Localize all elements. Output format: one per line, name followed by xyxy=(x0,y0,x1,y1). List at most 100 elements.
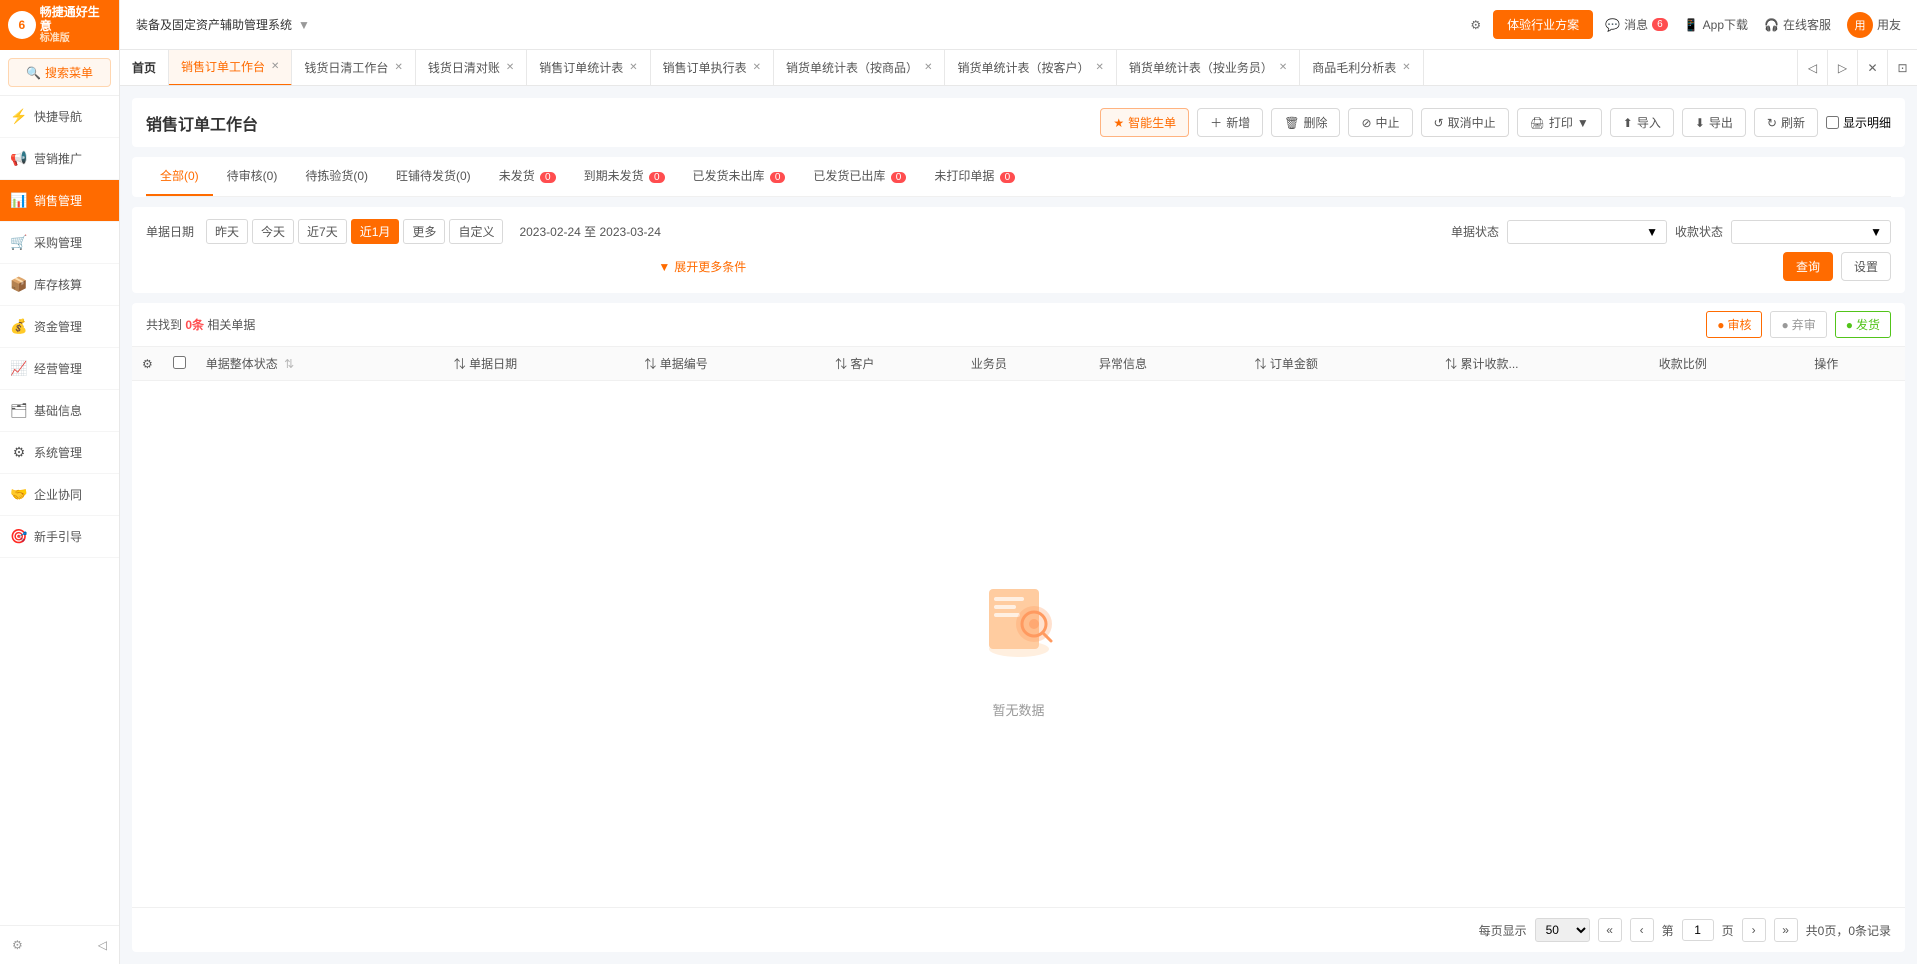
tab-sales-summary-product-close[interactable]: ✕ xyxy=(924,62,932,73)
tab-sales-summary-client-close[interactable]: ✕ xyxy=(1095,62,1103,73)
export-button[interactable]: ⬇ 导出 xyxy=(1682,108,1746,137)
show-detail-checkbox-area[interactable]: 显示明细 xyxy=(1826,114,1891,131)
tab-sales-summary-staff-close[interactable]: ✕ xyxy=(1279,62,1287,73)
tab-sales-exec-close[interactable]: ✕ xyxy=(753,62,761,73)
tab-sales-workbench[interactable]: 销售订单工作台 ✕ xyxy=(169,50,292,86)
trial-button[interactable]: 体验行业方案 xyxy=(1493,10,1593,39)
page-size-select[interactable]: 10 20 50 100 xyxy=(1535,918,1590,942)
subtab-unshipped[interactable]: 未发货 0 xyxy=(485,157,570,196)
tab-product-gross-close[interactable]: ✕ xyxy=(1402,62,1410,73)
status-filter-select[interactable]: ▼ xyxy=(1507,220,1667,244)
col-check-header[interactable] xyxy=(163,347,196,381)
sidebar-item-purchase[interactable]: 🛒 采购管理 xyxy=(0,222,119,264)
page-next-button[interactable]: › xyxy=(1742,918,1766,942)
system-title-dropdown[interactable]: ▼ xyxy=(298,18,310,32)
select-all-checkbox[interactable] xyxy=(173,356,186,369)
subtab-pending-review[interactable]: 待审核(0) xyxy=(213,157,292,196)
tab-sales-exec[interactable]: 销售订单执行表 ✕ xyxy=(651,50,774,86)
cancel-review-button[interactable]: ● 弃审 xyxy=(1770,311,1826,338)
delete-button[interactable]: 🗑 删除 xyxy=(1271,108,1340,137)
col-exception-header[interactable]: 异常信息 xyxy=(1089,347,1245,381)
review-action-button[interactable]: ● 审核 xyxy=(1706,311,1762,338)
tab-sales-summary-product-label: 销货单统计表（按商品） xyxy=(786,59,918,76)
subtab-pending-inspect[interactable]: 待拣验货(0) xyxy=(291,157,382,196)
date-btn-today[interactable]: 今天 xyxy=(252,219,294,244)
content-area: 销售订单工作台 ★ 智能生单 ＋ 新增 🗑 删除 ⊘ 中止 xyxy=(120,86,1917,964)
app-download-icon: 📱 xyxy=(1684,18,1699,32)
col-client-header[interactable]: ⇅ 客户 xyxy=(825,347,961,381)
date-btn-1month[interactable]: 近1月 xyxy=(351,219,400,244)
page-last-button[interactable]: » xyxy=(1774,918,1798,942)
tab-sales-stats-close[interactable]: ✕ xyxy=(629,62,637,73)
sidebar-settings-button[interactable]: ⚙ xyxy=(8,934,27,956)
sidebar-item-enterprise[interactable]: 🤝 企业协同 xyxy=(0,474,119,516)
sidebar-item-inventory[interactable]: 📦 库存核算 xyxy=(0,264,119,306)
subtab-expired-unshipped[interactable]: 到期未发货 0 xyxy=(570,157,679,196)
subtab-shipped-not-out[interactable]: 已发货未出库 0 xyxy=(679,157,800,196)
subtab-list: 全部(0) 待审核(0) 待拣验货(0) 旺铺待发货(0) 未发货 0 到期未发… xyxy=(146,157,1891,197)
sidebar-item-guide[interactable]: 🎯 新手引导 xyxy=(0,516,119,558)
subtab-shipped-out[interactable]: 已发货已出库 0 xyxy=(799,157,920,196)
col-staff-header[interactable]: 业务员 xyxy=(961,347,1089,381)
sidebar-item-quicknav[interactable]: ⚡ 快捷导航 xyxy=(0,96,119,138)
pagination: 每页显示 10 20 50 100 « ‹ 第 页 › » 共0页，0条记录 xyxy=(132,907,1905,952)
subtab-unprinted[interactable]: 未打印单据 0 xyxy=(920,157,1029,196)
date-btn-more[interactable]: 更多 xyxy=(403,219,445,244)
cancel-stop-button[interactable]: ↺ 取消中止 xyxy=(1421,108,1509,137)
sidebar-item-operations[interactable]: 📈 经营管理 xyxy=(0,348,119,390)
sidebar-item-basic[interactable]: 🗂 基础信息 xyxy=(0,390,119,432)
user-menu[interactable]: 用 用友 xyxy=(1847,12,1901,38)
online-service-button[interactable]: 🎧 在线客服 xyxy=(1764,16,1831,33)
tab-expand-button[interactable]: ⊡ xyxy=(1887,50,1917,86)
query-button[interactable]: 查询 xyxy=(1783,252,1833,281)
subtab-wangpu[interactable]: 旺铺待发货(0) xyxy=(382,157,485,196)
date-btn-custom[interactable]: 自定义 xyxy=(449,219,503,244)
filter-settings-button[interactable]: 设置 xyxy=(1841,252,1891,281)
page-first-button[interactable]: « xyxy=(1598,918,1622,942)
page-input[interactable] xyxy=(1682,919,1714,941)
stop-button[interactable]: ⊘ 中止 xyxy=(1348,108,1412,137)
tab-sales-workbench-close[interactable]: ✕ xyxy=(271,61,279,72)
tab-sales-stats[interactable]: 销售订单统计表 ✕ xyxy=(527,50,650,86)
app-download-button[interactable]: 📱 App下载 xyxy=(1684,16,1748,33)
topbar-gear-icon[interactable]: ⚙ xyxy=(1470,18,1481,32)
sidebar-item-system[interactable]: ⚙ 系统管理 xyxy=(0,432,119,474)
sidebar-item-sales[interactable]: 📊 销售管理 xyxy=(0,180,119,222)
tab-home[interactable]: 首页 xyxy=(120,50,169,86)
col-amount-header[interactable]: ⇅ 订单金额 xyxy=(1245,347,1436,381)
tab-prev-button[interactable]: ◁ xyxy=(1797,50,1827,86)
tab-product-gross[interactable]: 商品毛利分析表 ✕ xyxy=(1300,50,1423,86)
sidebar-collapse-button[interactable]: ◁ xyxy=(94,934,111,956)
page-prev-button[interactable]: ‹ xyxy=(1630,918,1654,942)
new-button[interactable]: ＋ 新增 xyxy=(1197,108,1263,137)
tab-cash-daily[interactable]: 钱货日清工作台 ✕ xyxy=(292,50,415,86)
subtab-all[interactable]: 全部(0) xyxy=(146,157,213,196)
payment-filter-select[interactable]: ▼ xyxy=(1731,220,1891,244)
show-detail-checkbox[interactable] xyxy=(1826,116,1839,129)
col-date-header[interactable]: ⇅ 单据日期 xyxy=(444,347,635,381)
message-button[interactable]: 💬 消息 6 xyxy=(1605,16,1668,33)
date-btn-7days[interactable]: 近7天 xyxy=(298,219,347,244)
date-btn-yesterday[interactable]: 昨天 xyxy=(206,219,248,244)
tab-sales-summary-client[interactable]: 销货单统计表（按客户） ✕ xyxy=(945,50,1116,86)
tab-cash-reconcile[interactable]: 钱货日清对账 ✕ xyxy=(416,50,527,86)
ship-action-button[interactable]: ● 发货 xyxy=(1835,311,1891,338)
col-status-header[interactable]: 单据整体状态 ⇅ xyxy=(196,347,444,381)
search-menu-button[interactable]: 🔍 搜索菜单 xyxy=(8,58,111,87)
col-gear-header[interactable]: ⚙ xyxy=(132,347,163,381)
refresh-button[interactable]: ↻ 刷新 xyxy=(1754,108,1818,137)
col-collected-header[interactable]: ⇅ 累计收款... xyxy=(1435,347,1649,381)
sidebar-item-finance[interactable]: 💰 资金管理 xyxy=(0,306,119,348)
col-number-header[interactable]: ⇅ 单据编号 xyxy=(634,347,825,381)
print-button[interactable]: 🖨 打印 ▼ xyxy=(1517,108,1602,137)
smart-generate-button[interactable]: ★ 智能生单 xyxy=(1100,108,1189,137)
tab-cash-daily-close[interactable]: ✕ xyxy=(394,62,402,73)
expand-conditions-button[interactable]: ▼ 展开更多条件 xyxy=(658,258,746,275)
tab-sales-summary-product[interactable]: 销货单统计表（按商品） ✕ xyxy=(774,50,945,86)
tab-sales-summary-staff[interactable]: 销货单统计表（按业务员） ✕ xyxy=(1117,50,1300,86)
tab-cash-reconcile-close[interactable]: ✕ xyxy=(506,62,514,73)
import-button[interactable]: ⬆ 导入 xyxy=(1610,108,1674,137)
tab-next-button[interactable]: ▷ xyxy=(1827,50,1857,86)
sidebar-item-marketing[interactable]: 📢 营销推广 xyxy=(0,138,119,180)
tab-close-all-button[interactable]: ✕ xyxy=(1857,50,1887,86)
